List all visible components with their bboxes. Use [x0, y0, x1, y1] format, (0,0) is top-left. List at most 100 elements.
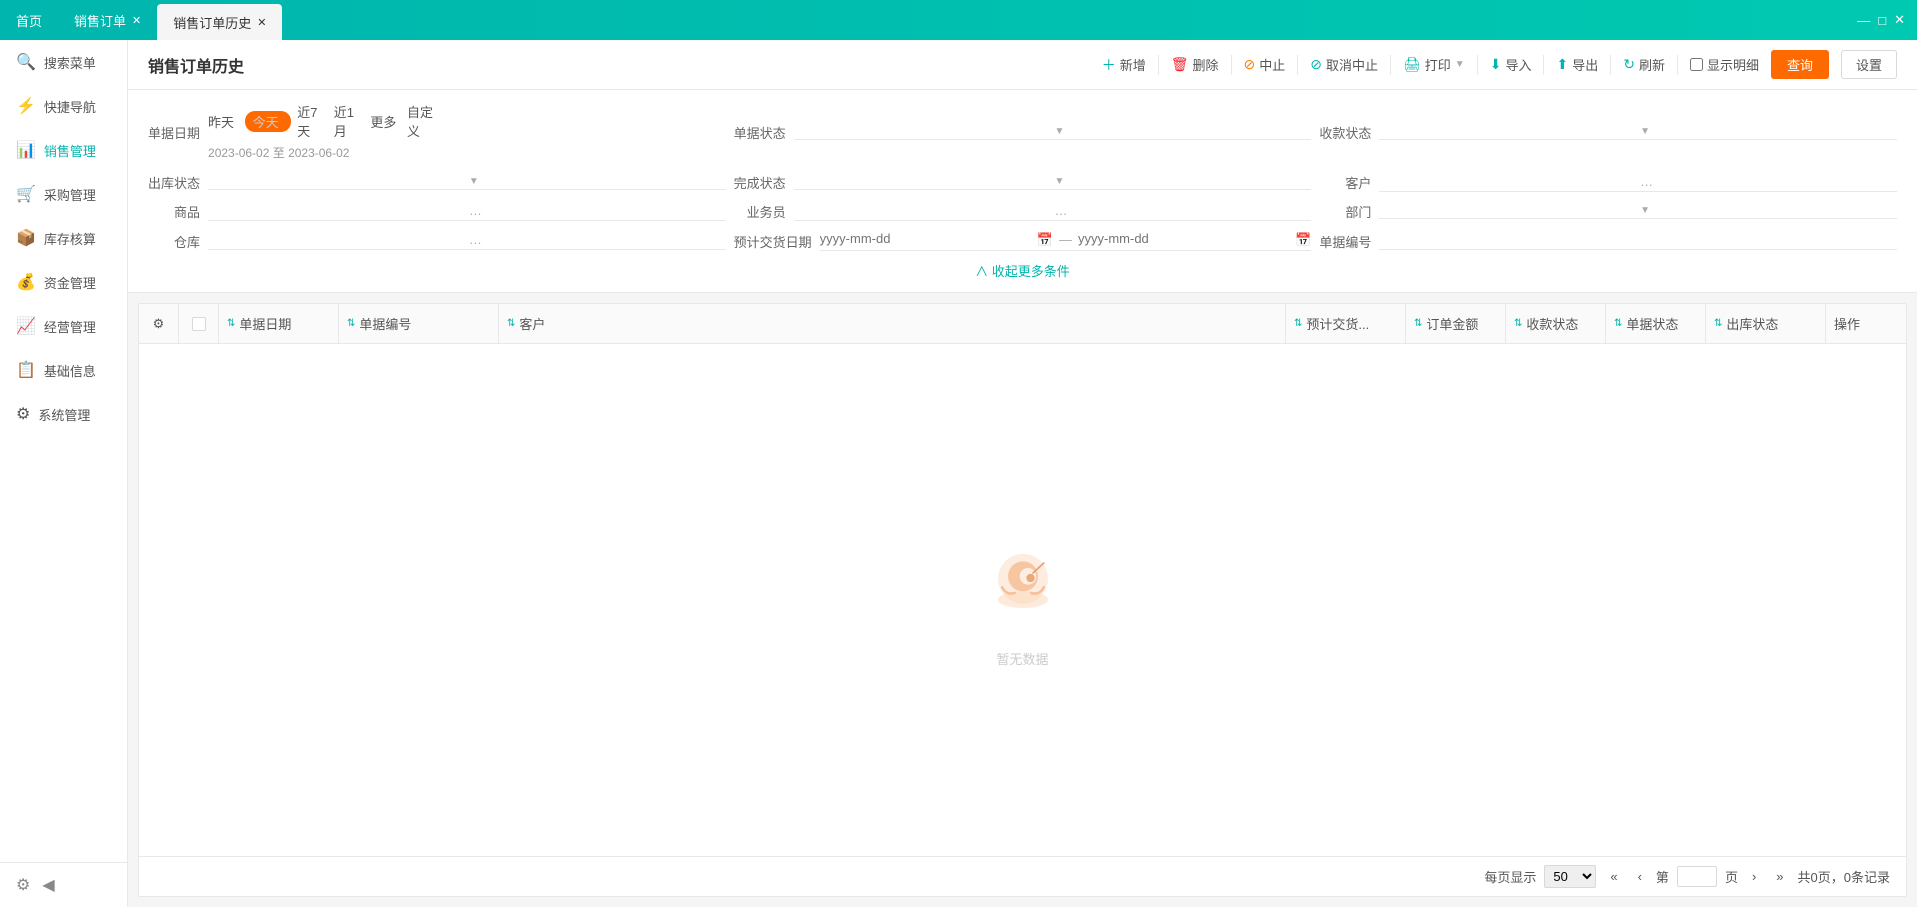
filter-panel: 单据日期 昨天 今天 近7天 近1月 更多 自定义 2023-06-02 至 2…	[128, 90, 1917, 293]
divider-6	[1543, 55, 1544, 75]
sidebar-item-operations[interactable]: 📈 经营管理	[0, 304, 127, 348]
sidebar-item-sales-mgmt-label: 销售管理	[44, 141, 96, 160]
prev-page-btn[interactable]: ‹	[1632, 867, 1648, 886]
calendar-to-icon[interactable]: 📅	[1295, 232, 1311, 248]
sort-icon-amount[interactable]: ⇅	[1414, 318, 1422, 329]
minimize-icon[interactable]: —	[1857, 13, 1870, 28]
date-opt-yesterday[interactable]: 昨天	[208, 112, 239, 131]
filter-collapse-btn[interactable]: ∧ 收起更多条件	[148, 261, 1897, 280]
system-mgmt-icon: ⚙	[16, 404, 30, 424]
date-opt-7days[interactable]: 近7天	[297, 102, 328, 140]
sidebar-item-sales-mgmt[interactable]: 📊 销售管理	[0, 128, 127, 172]
delivery-date-to[interactable]	[1078, 231, 1289, 248]
export-button[interactable]: ⬆ 导出	[1556, 55, 1598, 74]
doc-status-arrow-icon: ▼	[1055, 126, 1312, 137]
out-status-control[interactable]: ▼	[208, 176, 726, 190]
doc-number-field[interactable]	[1379, 232, 1897, 250]
refresh-label: 刷新	[1639, 55, 1665, 74]
sidebar-item-search-menu[interactable]: 🔍 搜索菜单	[0, 40, 127, 84]
sort-icon-out-status[interactable]: ⇅	[1714, 318, 1722, 329]
sidebar-item-inventory[interactable]: 📦 库存核算	[0, 216, 127, 260]
add-button[interactable]: ＋ 新增	[1102, 55, 1146, 75]
th-pay-status: ⇅ 收款状态	[1506, 304, 1606, 343]
doc-number-input[interactable]	[1379, 232, 1897, 247]
delivery-date-from-input[interactable]	[820, 231, 1031, 246]
complete-status-control[interactable]: ▼	[794, 176, 1312, 190]
stop-button[interactable]: ⊘ 中止	[1244, 55, 1286, 74]
filter-row-4: 仓库 … 预计交货日期 📅 —	[148, 231, 1897, 251]
delivery-date-to-input[interactable]	[1078, 231, 1289, 246]
query-button[interactable]: 查询	[1771, 50, 1829, 79]
sidebar-settings-icon[interactable]: ⚙	[16, 875, 30, 895]
sidebar-item-purchase-mgmt[interactable]: 🛒 采购管理	[0, 172, 127, 216]
salesperson-control[interactable]: …	[794, 203, 1312, 221]
cancel-stop-button[interactable]: ⊘ 取消中止	[1310, 55, 1378, 74]
print-button[interactable]: 🖨 打印 ▼	[1403, 55, 1465, 74]
col-delivery-label: 预计交货...	[1306, 314, 1369, 333]
maximize-icon[interactable]: □	[1878, 13, 1886, 28]
print-dropdown-icon[interactable]: ▼	[1455, 59, 1465, 70]
tab-sales-order-history[interactable]: 销售订单历史 ✕	[157, 4, 282, 40]
sort-icon-doc-status[interactable]: ⇅	[1614, 318, 1622, 329]
settings-gear-icon[interactable]: ⚙	[153, 316, 165, 332]
warehouse-control[interactable]: …	[208, 232, 726, 250]
sort-icon-doc-date[interactable]: ⇅	[227, 318, 235, 329]
delete-button[interactable]: 🗑 删除	[1171, 55, 1219, 74]
sidebar-item-quick-nav[interactable]: ⚡ 快捷导航	[0, 84, 127, 128]
delivery-date-from[interactable]	[820, 231, 1031, 248]
current-page-input[interactable]: 1	[1677, 866, 1717, 887]
sidebar-item-system-mgmt[interactable]: ⚙ 系统管理	[0, 392, 127, 436]
settings-button[interactable]: 设置	[1841, 50, 1897, 79]
complete-status-arrow-icon: ▼	[1055, 176, 1312, 187]
calendar-from-icon[interactable]: 📅	[1037, 232, 1053, 248]
sort-icon-delivery[interactable]: ⇅	[1294, 318, 1302, 329]
basic-info-icon: 📋	[16, 360, 36, 380]
delete-label: 删除	[1192, 55, 1218, 74]
import-button[interactable]: ⬇ 导入	[1490, 55, 1532, 74]
customer-control[interactable]: …	[1379, 174, 1897, 192]
next-page-btn[interactable]: ›	[1746, 867, 1762, 886]
display-cols-toggle[interactable]: 显示明细	[1690, 55, 1759, 74]
filter-out-status: 出库状态 ▼	[148, 173, 726, 192]
sales-mgmt-icon: 📊	[16, 140, 36, 160]
sidebar-collapse-icon[interactable]: ◀	[42, 875, 54, 895]
close-window-icon[interactable]: ✕	[1894, 12, 1905, 28]
doc-number-label: 单据编号	[1319, 232, 1379, 251]
th-out-status: ⇅ 出库状态	[1706, 304, 1826, 343]
last-page-btn[interactable]: »	[1770, 867, 1789, 886]
th-checkbox[interactable]	[179, 304, 219, 343]
th-settings[interactable]: ⚙	[139, 304, 179, 343]
tab-home[interactable]: 首页	[0, 0, 58, 40]
date-opt-custom[interactable]: 自定义	[407, 102, 438, 140]
date-opt-more[interactable]: 更多	[370, 112, 401, 131]
col-out-status-label: 出库状态	[1726, 314, 1778, 333]
doc-status-control[interactable]: ▼	[794, 126, 1312, 140]
close-history-tab-icon[interactable]: ✕	[257, 16, 266, 29]
header-checkbox[interactable]	[192, 317, 206, 331]
salesperson-label: 业务员	[734, 202, 794, 221]
goods-dots-icon: …	[469, 203, 726, 218]
date-opt-1month[interactable]: 近1月	[334, 102, 365, 140]
date-opt-today[interactable]: 今天	[245, 111, 292, 132]
sort-icon-pay-status[interactable]: ⇅	[1514, 318, 1522, 329]
sidebar-item-finance[interactable]: 💰 资金管理	[0, 260, 127, 304]
col-doc-number-label: 单据编号	[359, 314, 411, 333]
print-icon: 🖨	[1403, 56, 1421, 73]
sort-icon-customer[interactable]: ⇅	[507, 318, 515, 329]
sidebar-item-basic-info[interactable]: 📋 基础信息	[0, 348, 127, 392]
dept-control[interactable]: ▼	[1379, 205, 1897, 219]
pay-status-control[interactable]: ▼	[1379, 126, 1897, 140]
filter-warehouse: 仓库 …	[148, 231, 726, 251]
export-icon: ⬆	[1556, 56, 1568, 73]
first-page-btn[interactable]: «	[1604, 867, 1623, 886]
display-cols-checkbox[interactable]	[1690, 58, 1703, 71]
per-page-select[interactable]: 50 10 20 100	[1544, 865, 1596, 888]
sidebar-item-finance-label: 资金管理	[44, 273, 96, 292]
delete-icon: 🗑	[1171, 56, 1189, 73]
close-sales-order-tab-icon[interactable]: ✕	[132, 14, 141, 27]
date-options-row: 昨天 今天 近7天 近1月 更多 自定义	[208, 102, 438, 140]
sort-icon-doc-num[interactable]: ⇅	[347, 318, 355, 329]
refresh-button[interactable]: ↻ 刷新	[1623, 55, 1665, 74]
goods-control[interactable]: …	[208, 203, 726, 221]
tab-sales-order[interactable]: 销售订单 ✕	[58, 0, 157, 40]
